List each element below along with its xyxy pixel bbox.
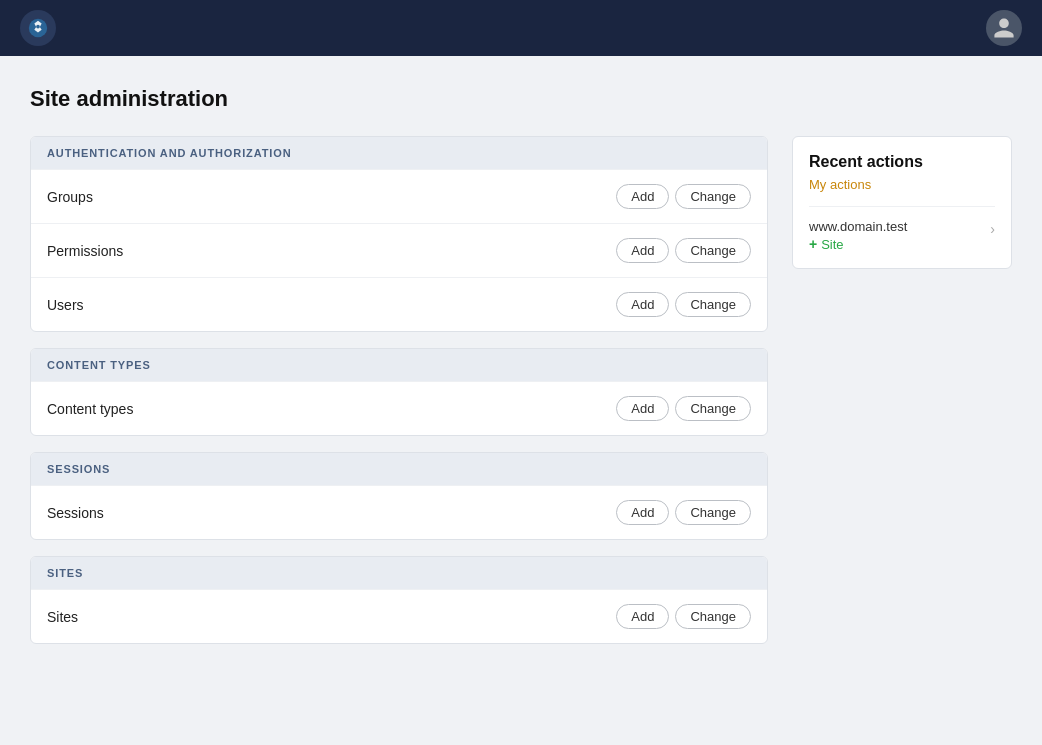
avatar-icon <box>992 16 1016 40</box>
recent-item-name: www.domain.test <box>809 219 907 234</box>
recent-actions-title: Recent actions <box>809 153 995 171</box>
add-permissions-button[interactable]: Add <box>616 238 669 263</box>
section-heading-auth: Authentication and Authorization <box>31 137 767 169</box>
add-content-types-button[interactable]: Add <box>616 396 669 421</box>
change-sites-button[interactable]: Change <box>675 604 751 629</box>
add-sites-button[interactable]: Add <box>616 604 669 629</box>
row-label: Sites <box>47 609 78 625</box>
section-sessions: Sessions Sessions AddChange <box>30 452 768 540</box>
table-row: Content types AddChange <box>31 381 767 435</box>
logo[interactable] <box>20 10 56 46</box>
page-title: Site administration <box>30 86 1012 112</box>
recent-item-content: www.domain.test + Site <box>809 219 907 252</box>
section-heading-sessions: Sessions <box>31 453 767 485</box>
change-sessions-button[interactable]: Change <box>675 500 751 525</box>
section-auth: Authentication and Authorization Groups Ad… <box>30 136 768 332</box>
recent-item-type: + Site <box>809 236 907 252</box>
table-row: Users AddChange <box>31 277 767 331</box>
section-content-types: Content Types Content types AddChange <box>30 348 768 436</box>
chevron-right-icon: › <box>990 221 995 237</box>
row-actions: AddChange <box>616 292 751 317</box>
header <box>0 0 1042 56</box>
change-content-types-button[interactable]: Change <box>675 396 751 421</box>
row-label: Content types <box>47 401 133 417</box>
sections-column: Authentication and Authorization Groups Ad… <box>30 136 768 644</box>
table-row: Groups AddChange <box>31 169 767 223</box>
row-actions: AddChange <box>616 184 751 209</box>
user-avatar[interactable] <box>986 10 1022 46</box>
change-permissions-button[interactable]: Change <box>675 238 751 263</box>
recent-item-type-label: Site <box>821 237 843 252</box>
recent-actions-card: Recent actions My actions www.domain.tes… <box>792 136 1012 269</box>
table-row: Sites AddChange <box>31 589 767 643</box>
row-actions: AddChange <box>616 396 751 421</box>
row-label: Groups <box>47 189 93 205</box>
section-heading-sites: Sites <box>31 557 767 589</box>
row-label: Sessions <box>47 505 104 521</box>
row-actions: AddChange <box>616 500 751 525</box>
right-column: Recent actions My actions www.domain.tes… <box>792 136 1012 269</box>
row-actions: AddChange <box>616 238 751 263</box>
table-row: Sessions AddChange <box>31 485 767 539</box>
recent-item: www.domain.test + Site › <box>809 219 995 252</box>
section-heading-content-types: Content Types <box>31 349 767 381</box>
main-content: Site administration Authentication and A… <box>0 56 1042 674</box>
add-icon: + <box>809 236 817 252</box>
change-groups-button[interactable]: Change <box>675 184 751 209</box>
content-layout: Authentication and Authorization Groups Ad… <box>30 136 1012 644</box>
section-sites: Sites Sites AddChange <box>30 556 768 644</box>
wagtail-logo-icon <box>27 17 49 39</box>
my-actions-link[interactable]: My actions <box>809 177 995 192</box>
add-sessions-button[interactable]: Add <box>616 500 669 525</box>
recent-divider <box>809 206 995 207</box>
svg-point-1 <box>36 25 40 29</box>
table-row: Permissions AddChange <box>31 223 767 277</box>
change-users-button[interactable]: Change <box>675 292 751 317</box>
add-groups-button[interactable]: Add <box>616 184 669 209</box>
row-label: Permissions <box>47 243 123 259</box>
row-actions: AddChange <box>616 604 751 629</box>
row-label: Users <box>47 297 84 313</box>
add-users-button[interactable]: Add <box>616 292 669 317</box>
